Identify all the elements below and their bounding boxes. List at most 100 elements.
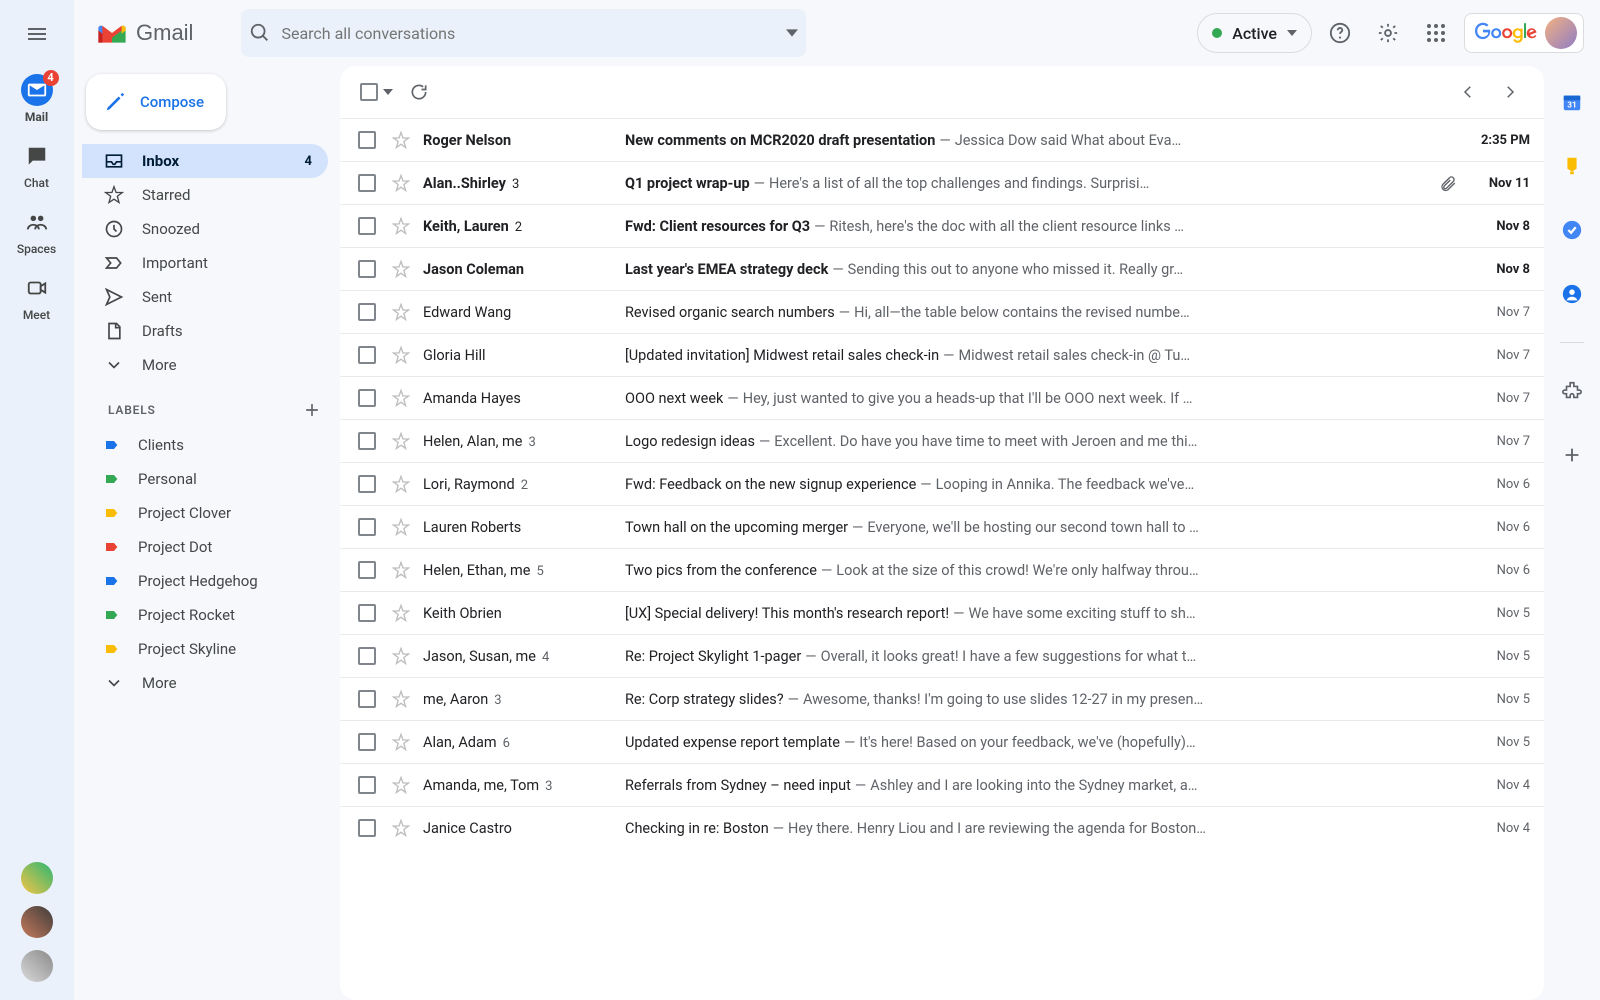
thread-checkbox[interactable]: [358, 260, 376, 278]
thread-checkbox[interactable]: [358, 647, 376, 665]
thread-row[interactable]: Edward Wang Revised organic search numbe…: [340, 290, 1544, 333]
rail-avatar-3[interactable]: [21, 950, 53, 982]
thread-checkbox[interactable]: [358, 518, 376, 536]
label-tag-icon: [104, 607, 120, 623]
label-item[interactable]: Project Skyline: [82, 632, 328, 666]
main-menu-button[interactable]: [13, 10, 61, 58]
thread-row[interactable]: Gloria Hill [Updated invitation] Midwest…: [340, 333, 1544, 376]
side-get-addons[interactable]: [1552, 435, 1592, 475]
thread-row[interactable]: Jason, Susan, me4 Re: Project Skylight 1…: [340, 634, 1544, 677]
thread-star[interactable]: [391, 732, 411, 752]
select-all-checkbox[interactable]: [360, 83, 378, 101]
thread-row[interactable]: me, Aaron3 Re: Corp strategy slides? — A…: [340, 677, 1544, 720]
rail-item-mail[interactable]: 4 Mail: [9, 68, 65, 134]
thread-star[interactable]: [391, 302, 411, 322]
gmail-logo[interactable]: Gmail: [96, 20, 193, 46]
thread-row[interactable]: Keith Obrien [UX] Special delivery! This…: [340, 591, 1544, 634]
thread-subject: Re: Corp strategy slides? — Awesome, tha…: [625, 691, 1458, 708]
side-tasks[interactable]: [1552, 210, 1592, 250]
rail-avatar-1[interactable]: [21, 862, 53, 894]
thread-checkbox[interactable]: [358, 346, 376, 364]
side-calendar[interactable]: 31: [1552, 82, 1592, 122]
thread-checkbox[interactable]: [358, 174, 376, 192]
thread-row[interactable]: Alan, Adam6 Updated expense report templ…: [340, 720, 1544, 763]
next-page-button[interactable]: [1490, 72, 1530, 112]
thread-row[interactable]: Helen, Ethan, me5 Two pics from the conf…: [340, 548, 1544, 591]
nav-starred[interactable]: Starred: [82, 178, 328, 212]
label-item[interactable]: Project Dot: [82, 530, 328, 564]
thread-star[interactable]: [391, 345, 411, 365]
thread-row[interactable]: Lori, Raymond2 Fwd: Feedback on the new …: [340, 462, 1544, 505]
rail-item-meet[interactable]: Meet: [9, 266, 65, 332]
thread-checkbox[interactable]: [358, 604, 376, 622]
thread-star[interactable]: [391, 517, 411, 537]
compose-button[interactable]: Compose: [86, 74, 226, 130]
select-all[interactable]: [354, 76, 395, 108]
thread-star[interactable]: [391, 173, 411, 193]
thread-row[interactable]: Amanda, me, Tom3 Referrals from Sydney –…: [340, 763, 1544, 806]
nav-drafts[interactable]: Drafts: [82, 314, 328, 348]
label-item[interactable]: Project Hedgehog: [82, 564, 328, 598]
thread-checkbox[interactable]: [358, 217, 376, 235]
thread-row[interactable]: Alan..Shirley3 Q1 project wrap-up — Here…: [340, 161, 1544, 204]
thread-checkbox[interactable]: [358, 561, 376, 579]
nav-snoozed[interactable]: Snoozed: [82, 212, 328, 246]
thread-star[interactable]: [391, 646, 411, 666]
thread-row[interactable]: Roger Nelson New comments on MCR2020 dra…: [340, 118, 1544, 161]
search-options-icon[interactable]: [786, 27, 798, 39]
side-addons[interactable]: [1552, 371, 1592, 411]
refresh-button[interactable]: [399, 72, 439, 112]
rail-item-spaces[interactable]: Spaces: [9, 200, 65, 266]
label-item[interactable]: Project Clover: [82, 496, 328, 530]
add-label-button[interactable]: [302, 400, 322, 420]
thread-checkbox[interactable]: [358, 733, 376, 751]
nav-labels-more[interactable]: More: [82, 666, 328, 700]
thread-row[interactable]: Janice Castro Checking in re: Boston — H…: [340, 806, 1544, 849]
thread-star[interactable]: [391, 431, 411, 451]
google-apps-button[interactable]: [1416, 13, 1456, 53]
thread-row[interactable]: Amanda Hayes OOO next week — Hey, just w…: [340, 376, 1544, 419]
thread-star[interactable]: [391, 689, 411, 709]
thread-row[interactable]: Keith, Lauren2 Fwd: Client resources for…: [340, 204, 1544, 247]
label-item[interactable]: Personal: [82, 462, 328, 496]
nav-inbox[interactable]: Inbox 4: [82, 144, 328, 178]
nav-sent[interactable]: Sent: [82, 280, 328, 314]
thread-star[interactable]: [391, 818, 411, 838]
thread-checkbox[interactable]: [358, 389, 376, 407]
thread-star[interactable]: [391, 259, 411, 279]
account-chip[interactable]: [1464, 13, 1584, 53]
side-contacts[interactable]: [1552, 274, 1592, 314]
label-item[interactable]: Clients: [82, 428, 328, 462]
thread-star[interactable]: [391, 216, 411, 236]
thread-star[interactable]: [391, 130, 411, 150]
rail-item-chat[interactable]: Chat: [9, 134, 65, 200]
prev-page-button[interactable]: [1448, 72, 1488, 112]
search-bar[interactable]: [241, 9, 806, 57]
thread-star[interactable]: [391, 388, 411, 408]
thread-checkbox[interactable]: [358, 690, 376, 708]
thread-checkbox[interactable]: [358, 819, 376, 837]
thread-star[interactable]: [391, 775, 411, 795]
calendar-icon: 31: [1561, 91, 1583, 113]
label-item[interactable]: Project Rocket: [82, 598, 328, 632]
thread-row[interactable]: Lauren Roberts Town hall on the upcoming…: [340, 505, 1544, 548]
thread-star[interactable]: [391, 474, 411, 494]
thread-checkbox[interactable]: [358, 776, 376, 794]
status-chip[interactable]: Active: [1197, 13, 1312, 53]
support-button[interactable]: [1320, 13, 1360, 53]
thread-row[interactable]: Jason Coleman Last year's EMEA strategy …: [340, 247, 1544, 290]
nav-more[interactable]: More: [82, 348, 328, 382]
thread-row[interactable]: Helen, Alan, me3 Logo redesign ideas — E…: [340, 419, 1544, 462]
thread-star[interactable]: [391, 603, 411, 623]
thread-star[interactable]: [391, 560, 411, 580]
thread-checkbox[interactable]: [358, 475, 376, 493]
settings-button[interactable]: [1368, 13, 1408, 53]
thread-checkbox[interactable]: [358, 432, 376, 450]
side-keep[interactable]: [1552, 146, 1592, 186]
nav-important[interactable]: Important: [82, 246, 328, 280]
thread-checkbox[interactable]: [358, 131, 376, 149]
rail-avatar-2[interactable]: [21, 906, 53, 938]
labels-header: LABELS: [108, 403, 156, 417]
thread-checkbox[interactable]: [358, 303, 376, 321]
search-input[interactable]: [279, 23, 778, 44]
